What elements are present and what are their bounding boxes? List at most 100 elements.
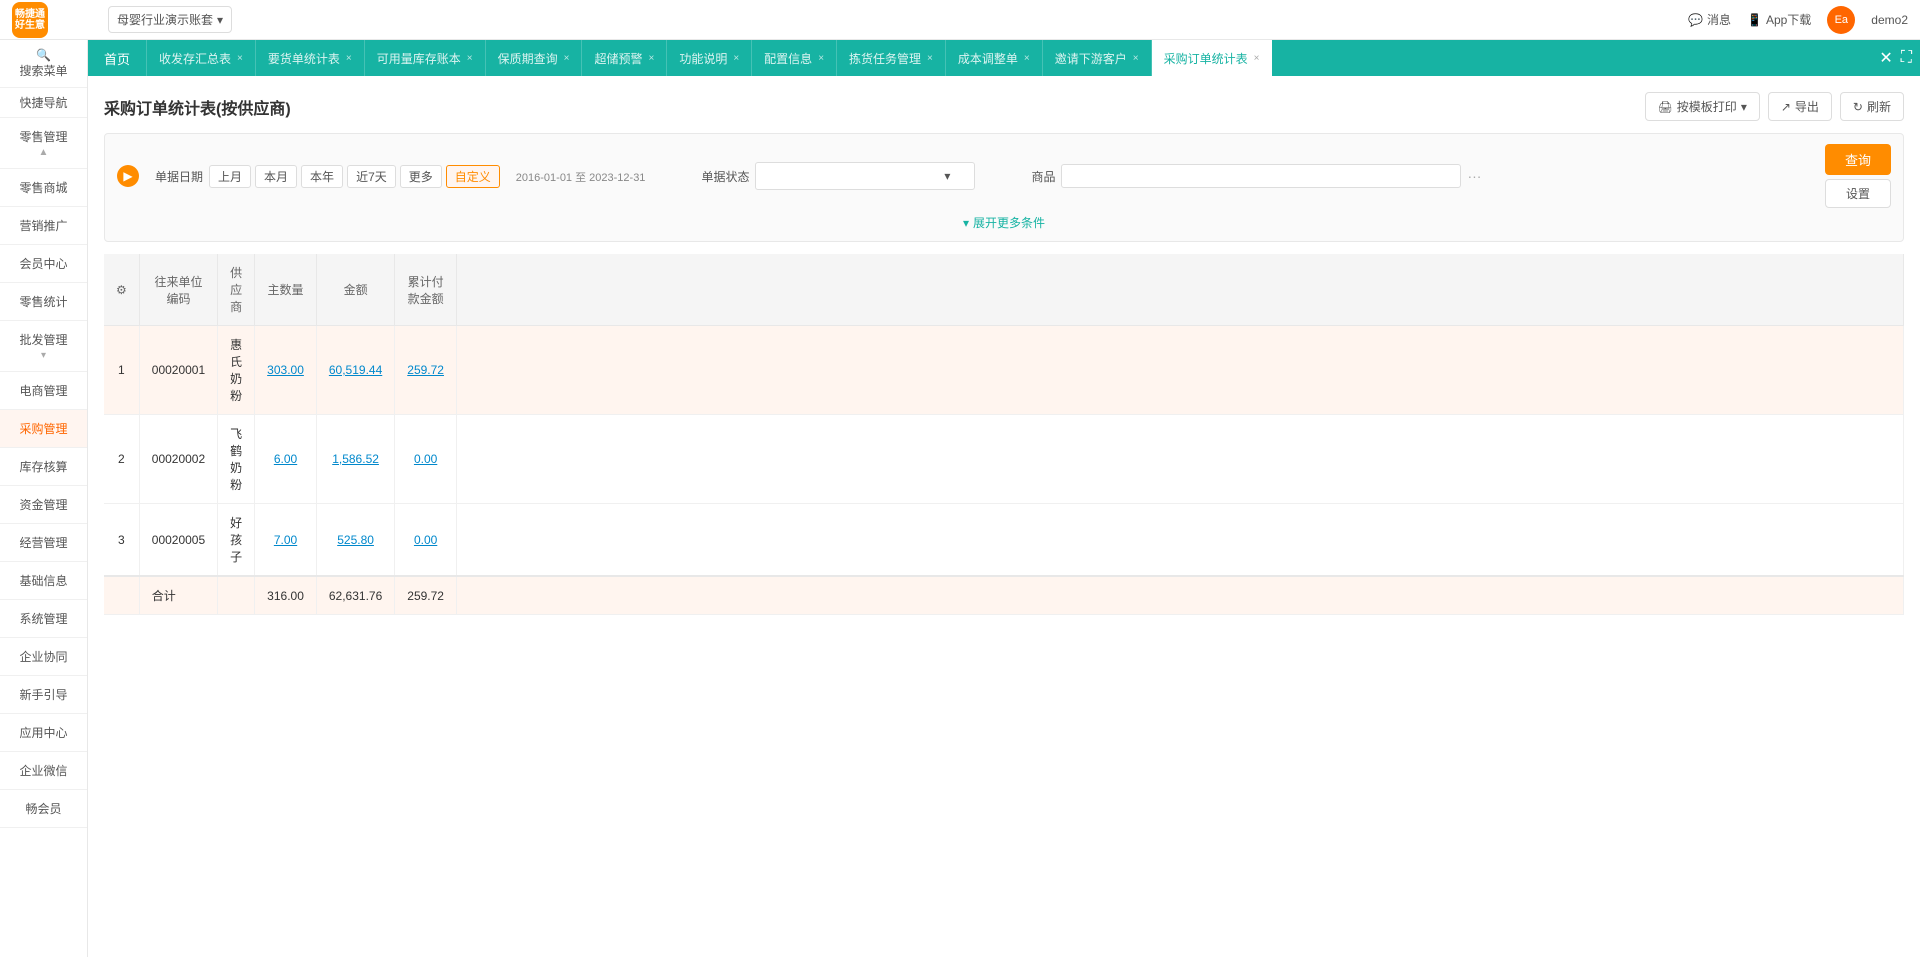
filter-row-1: ▶ 单据日期 上月 本月 本年 近7天 更多 自定义 (117, 144, 1891, 208)
user-name[interactable]: demo2 (1871, 13, 1908, 27)
avatar: Ea (1827, 6, 1855, 34)
date-btn-more[interactable]: 更多 (400, 165, 442, 188)
tab-close-active-icon[interactable]: × (1254, 53, 1260, 64)
fullscreen-action[interactable]: ⛶ (1901, 49, 1912, 67)
app-download-button[interactable]: 📱 App下载 (1747, 11, 1811, 28)
sidebar-item-purchase-mgmt[interactable]: 采购管理 (0, 410, 87, 448)
date-btn-this-year[interactable]: 本年 (301, 165, 343, 188)
col-settings[interactable]: ⚙ (104, 254, 139, 326)
sidebar-item-retail-mgmt[interactable]: 零售管理 ▲ (0, 118, 87, 169)
tab-home[interactable]: 首页 (88, 40, 147, 76)
tab-invite-downstream[interactable]: 邀请下游客户 × (1043, 40, 1152, 76)
date-btn-last-7-days[interactable]: 近7天 (347, 165, 396, 188)
tab-available-inventory[interactable]: 可用量库存账本 × (365, 40, 486, 76)
tab-expiry-query[interactable]: 保质期查询 × (486, 40, 583, 76)
tab-close-icon[interactable]: × (1024, 53, 1030, 64)
refresh-button[interactable]: ↻ 刷新 (1840, 92, 1904, 121)
tab-close-icon[interactable]: × (1133, 53, 1139, 64)
page-title: 采购订单统计表(按供应商) (104, 95, 291, 119)
select-dropdown-icon: ▾ (944, 169, 950, 183)
tab-purchase-order-stats[interactable]: 采购订单统计表 × (1152, 40, 1273, 76)
footer-supplier-empty (218, 576, 255, 615)
tab-function-desc[interactable]: 功能说明 × (667, 40, 752, 76)
cell-paid[interactable]: 0.00 (395, 504, 457, 577)
sidebar-item-inventory[interactable]: 库存核算 (0, 448, 87, 486)
sidebar-item-enterprise-collab[interactable]: 企业协同 (0, 638, 87, 676)
expand-more-button[interactable]: ▾ 展开更多条件 (117, 214, 1891, 231)
date-btn-last-month[interactable]: 上月 (209, 165, 251, 188)
sidebar-item-wholesale-mgmt[interactable]: 批发管理 ▾ (0, 321, 87, 372)
goods-more-button[interactable]: ··· (1467, 168, 1481, 184)
footer-label: 合计 (139, 576, 217, 615)
table-row: 3 00020005 好孩子 7.00 525.80 0.00 (104, 504, 1904, 577)
sidebar-item-member-center[interactable]: 会员中心 (0, 245, 87, 283)
sidebar-item-finance[interactable]: 资金管理 (0, 486, 87, 524)
sidebar-item-basic-info[interactable]: 基础信息 (0, 562, 87, 600)
goods-input[interactable] (1061, 164, 1461, 188)
message-button[interactable]: 💬 消息 (1688, 11, 1731, 28)
filter-actions: 查询 设置 (1825, 144, 1891, 208)
chevron-up-icon: ▲ (39, 147, 49, 158)
status-select[interactable]: ▾ (755, 162, 975, 190)
sidebar-item-vip-member[interactable]: 畅会员 (0, 790, 87, 828)
tab-close-icon[interactable]: × (467, 53, 473, 64)
filter-status-group: 单据状态 ▾ (701, 162, 975, 190)
tab-close-icon[interactable]: × (648, 53, 654, 64)
tab-picking-task[interactable]: 拣货任务管理 × (837, 40, 946, 76)
cell-qty[interactable]: 303.00 (255, 326, 317, 415)
cell-unit-code: 00020005 (139, 504, 217, 577)
filter-toggle-button[interactable]: ▶ (117, 165, 139, 187)
tab-order-stats[interactable]: 要货单统计表 × (256, 40, 365, 76)
date-label: 单据日期 (155, 168, 203, 185)
tab-close-icon[interactable]: × (733, 53, 739, 64)
tab-close-icon[interactable]: × (346, 53, 352, 64)
footer-amount: 62,631.76 (316, 576, 394, 615)
cell-amount[interactable]: 525.80 (316, 504, 394, 577)
footer-qty: 316.00 (255, 576, 317, 615)
sidebar-item-new-guide[interactable]: 新手引导 (0, 676, 87, 714)
sidebar-item-quick-nav[interactable]: 快捷导航 (0, 88, 87, 118)
cell-supplier: 飞鹤奶粉 (218, 415, 255, 504)
cell-paid[interactable]: 259.72 (395, 326, 457, 415)
date-btn-custom[interactable]: 自定义 (446, 165, 500, 188)
tab-close-icon[interactable]: × (564, 53, 570, 64)
col-extra (456, 254, 1903, 326)
close-tab-action[interactable]: ✕ (1879, 48, 1892, 68)
tab-bar: 首页 收发存汇总表 × 要货单统计表 × 可用量库存账本 × 保质期查询 × (88, 40, 1920, 76)
date-options: 上月 本月 本年 近7天 更多 自定义 (209, 165, 500, 188)
workspace-selector[interactable]: 母婴行业演示账套 ▾ (108, 6, 232, 33)
tab-receive-pay[interactable]: 收发存汇总表 × (147, 40, 256, 76)
filter-area: ▶ 单据日期 上月 本月 本年 近7天 更多 自定义 (104, 133, 1904, 242)
tab-overstock-warning[interactable]: 超储预警 × (582, 40, 667, 76)
tab-close-icon[interactable]: × (237, 53, 243, 64)
table-row: 1 00020001 惠氏奶粉 303.00 60,519.44 259.72 (104, 326, 1904, 415)
chevron-down-icon: ▾ (41, 350, 46, 361)
sidebar-item-operation-mgmt[interactable]: 经营管理 (0, 524, 87, 562)
cell-qty[interactable]: 7.00 (255, 504, 317, 577)
sidebar-item-enterprise-wechat[interactable]: 企业微信 (0, 752, 87, 790)
sidebar-item-search[interactable]: 🔍 搜索菜单 (0, 40, 87, 88)
tab-close-icon[interactable]: × (927, 53, 933, 64)
sidebar-item-app-center[interactable]: 应用中心 (0, 714, 87, 752)
tab-cost-adjust[interactable]: 成本调整单 × (946, 40, 1043, 76)
logo-area: 畅捷通好生意 (12, 2, 100, 38)
sidebar-item-retail-shop[interactable]: 零售商城 (0, 169, 87, 207)
table-row: 2 00020002 飞鹤奶粉 6.00 1,586.52 0.00 (104, 415, 1904, 504)
tab-config-info[interactable]: 配置信息 × (752, 40, 837, 76)
sidebar-item-system-mgmt[interactable]: 系统管理 (0, 600, 87, 638)
sidebar-item-retail-stats[interactable]: 零售统计 (0, 283, 87, 321)
cell-paid[interactable]: 0.00 (395, 415, 457, 504)
date-btn-this-month[interactable]: 本月 (255, 165, 297, 188)
cell-qty[interactable]: 6.00 (255, 415, 317, 504)
sidebar-item-ecommerce-mgmt[interactable]: 电商管理 (0, 372, 87, 410)
export-button[interactable]: ↗ 导出 (1768, 92, 1832, 121)
tab-close-icon[interactable]: × (818, 53, 824, 64)
template-print-button[interactable]: 🖨 按模板打印 ▾ (1645, 92, 1760, 121)
col-qty: 主数量 (255, 254, 317, 326)
cell-amount[interactable]: 60,519.44 (316, 326, 394, 415)
query-button[interactable]: 查询 (1825, 144, 1891, 175)
settings-button[interactable]: 设置 (1825, 179, 1891, 208)
cell-amount[interactable]: 1,586.52 (316, 415, 394, 504)
sidebar-item-marketing[interactable]: 营销推广 (0, 207, 87, 245)
app-download-icon: 📱 (1747, 13, 1762, 27)
